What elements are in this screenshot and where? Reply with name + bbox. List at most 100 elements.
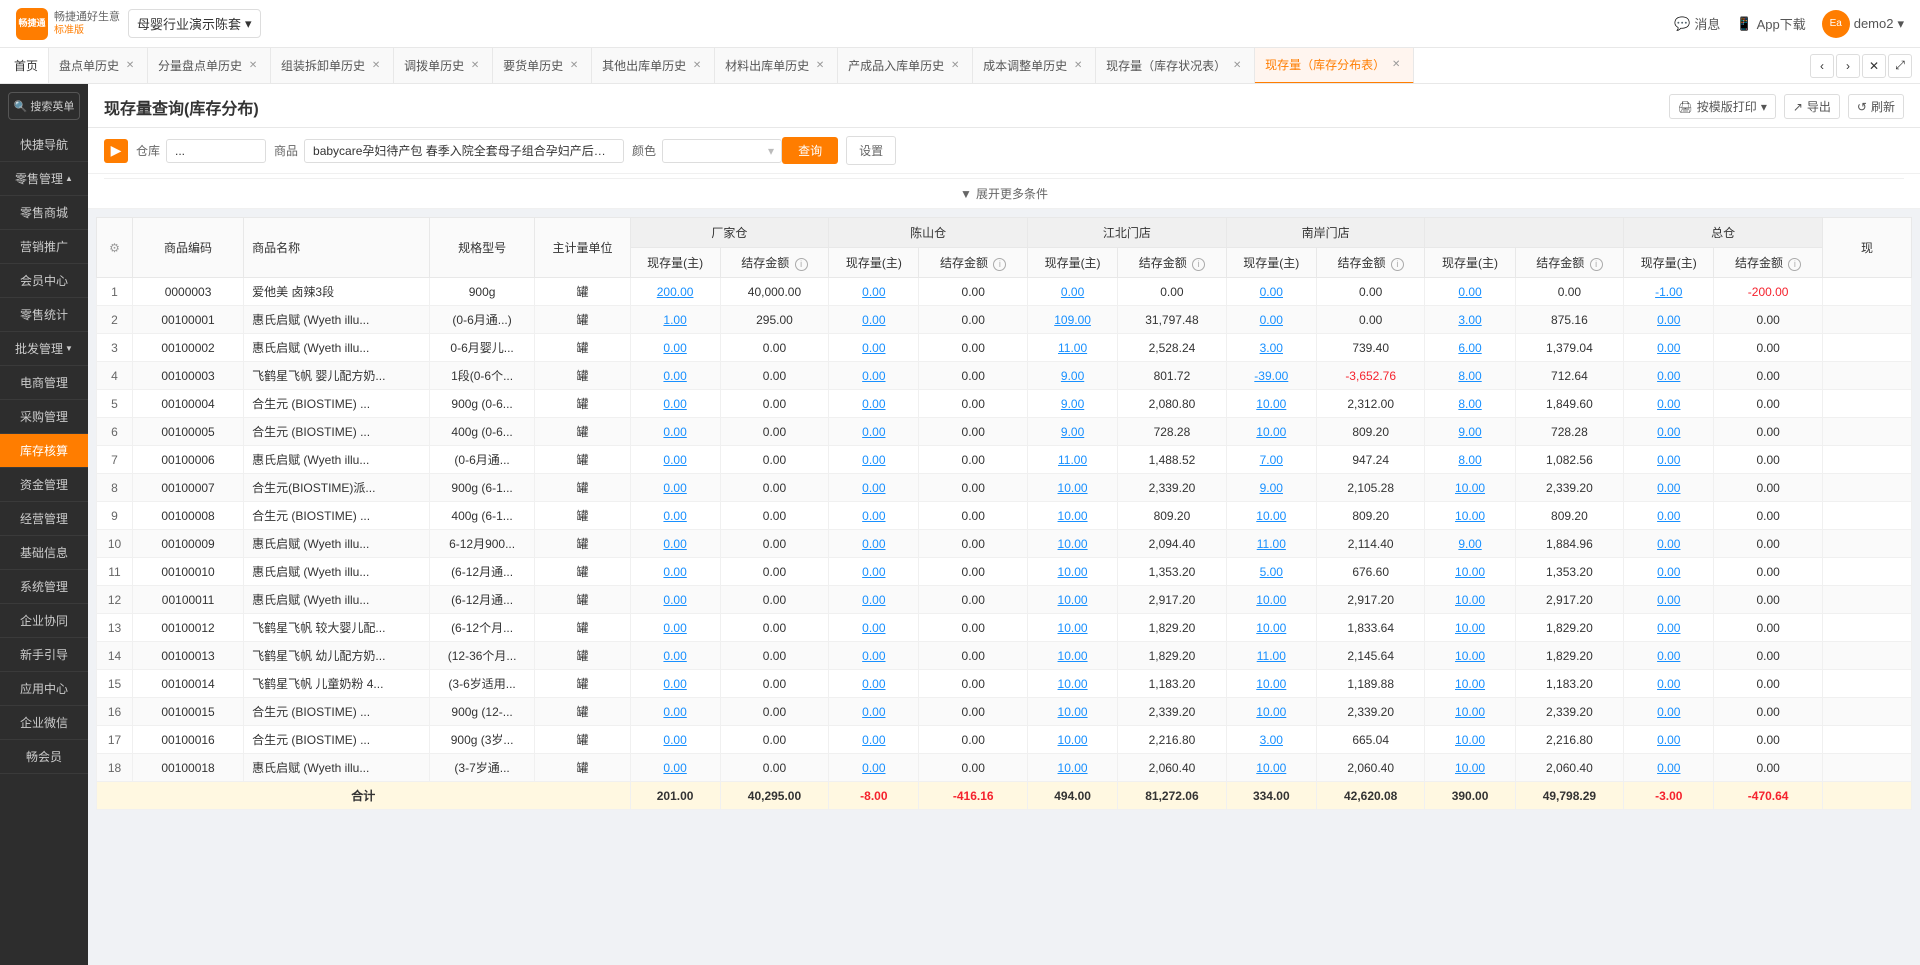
table-cell[interactable]: -1.00: [1624, 278, 1714, 306]
tab-transfer[interactable]: 调拨单历史 ✕: [394, 48, 493, 84]
table-cell[interactable]: 0.00: [1624, 446, 1714, 474]
tab-expand-btn[interactable]: ⤢: [1888, 54, 1912, 78]
industry-selector[interactable]: 母婴行业演示陈套 ▾: [128, 9, 261, 38]
table-cell[interactable]: 0.00: [1624, 530, 1714, 558]
table-cell[interactable]: 10.00: [1028, 642, 1118, 670]
table-cell[interactable]: 0.00: [630, 390, 720, 418]
table-cell[interactable]: 0.00: [1028, 278, 1118, 306]
table-cell[interactable]: 10.00: [1425, 670, 1515, 698]
table-cell[interactable]: 0.00: [829, 278, 919, 306]
tab-close-icon[interactable]: ✕: [123, 59, 137, 73]
sidebar-item-member[interactable]: 会员中心: [0, 264, 88, 298]
tab-next-btn[interactable]: ›: [1836, 54, 1860, 78]
sidebar-item-base-info[interactable]: 基础信息: [0, 536, 88, 570]
table-cell[interactable]: 0.00: [829, 670, 919, 698]
tab-close-icon[interactable]: ✕: [468, 59, 482, 73]
tab-prev-btn[interactable]: ‹: [1810, 54, 1834, 78]
table-cell[interactable]: 10.00: [1028, 474, 1118, 502]
tab-close-icon[interactable]: ✕: [1071, 59, 1085, 73]
table-cell[interactable]: 10.00: [1226, 670, 1316, 698]
sidebar-item-retail-mgmt[interactable]: 零售管理 ▲: [0, 162, 88, 196]
table-cell[interactable]: 0.00: [829, 586, 919, 614]
settings-icon[interactable]: ⚙: [109, 241, 120, 255]
table-cell[interactable]: 8.00: [1425, 362, 1515, 390]
table-cell[interactable]: 10.00: [1425, 558, 1515, 586]
sidebar-item-retail-shop[interactable]: 零售商城: [0, 196, 88, 230]
table-cell[interactable]: 10.00: [1425, 614, 1515, 642]
table-cell[interactable]: 10.00: [1028, 614, 1118, 642]
sidebar-item-new-guide[interactable]: 新手引导: [0, 638, 88, 672]
table-cell[interactable]: 0.00: [630, 642, 720, 670]
tab-stock-dist[interactable]: 现存量（库存分布表） ✕: [1255, 48, 1414, 84]
table-cell[interactable]: 0.00: [829, 530, 919, 558]
sidebar-item-enterprise-collab[interactable]: 企业协同: [0, 604, 88, 638]
tab-assemble[interactable]: 组装拆卸单历史 ✕: [271, 48, 394, 84]
sidebar-item-quick-nav[interactable]: 快捷导航: [0, 128, 88, 162]
table-cell[interactable]: 0.00: [630, 334, 720, 362]
refresh-btn[interactable]: ↺ 刷新: [1848, 94, 1904, 119]
table-cell[interactable]: 0.00: [1624, 614, 1714, 642]
table-cell[interactable]: 10.00: [1226, 586, 1316, 614]
table-cell[interactable]: 10.00: [1226, 698, 1316, 726]
table-cell[interactable]: 0.00: [829, 390, 919, 418]
table-cell[interactable]: 8.00: [1425, 390, 1515, 418]
tab-other-outbound[interactable]: 其他出库单历史 ✕: [592, 48, 715, 84]
table-cell[interactable]: 0.00: [1624, 558, 1714, 586]
sidebar-item-enterprise-wechat[interactable]: 企业微信: [0, 706, 88, 740]
table-cell[interactable]: 0.00: [829, 642, 919, 670]
goods-input[interactable]: [304, 139, 624, 163]
table-cell[interactable]: 3.00: [1226, 334, 1316, 362]
message-btn[interactable]: 💬 消息: [1674, 14, 1720, 33]
tab-close-icon[interactable]: ✕: [1230, 59, 1244, 73]
table-cell[interactable]: 9.00: [1028, 390, 1118, 418]
tab-stock-status[interactable]: 现存量（库存状况表） ✕: [1096, 48, 1255, 84]
table-cell[interactable]: 10.00: [1028, 698, 1118, 726]
table-cell[interactable]: 10.00: [1425, 642, 1515, 670]
table-cell[interactable]: 10.00: [1028, 726, 1118, 754]
table-cell[interactable]: 0.00: [1226, 306, 1316, 334]
table-cell[interactable]: 0.00: [1425, 278, 1515, 306]
table-cell[interactable]: 0.00: [1624, 502, 1714, 530]
table-cell[interactable]: 10.00: [1028, 670, 1118, 698]
table-cell[interactable]: 11.00: [1028, 334, 1118, 362]
table-cell[interactable]: 0.00: [829, 726, 919, 754]
tab-close-icon[interactable]: ✕: [246, 59, 260, 73]
table-cell[interactable]: 10.00: [1425, 586, 1515, 614]
table-cell[interactable]: 0.00: [630, 502, 720, 530]
tab-home[interactable]: 首页: [4, 48, 49, 84]
table-cell[interactable]: 7.00: [1226, 446, 1316, 474]
table-cell[interactable]: 9.00: [1425, 530, 1515, 558]
table-cell[interactable]: 0.00: [1624, 698, 1714, 726]
table-cell[interactable]: 10.00: [1226, 390, 1316, 418]
filter-setting-btn[interactable]: 设置: [846, 136, 896, 165]
table-cell[interactable]: 10.00: [1028, 754, 1118, 782]
table-cell[interactable]: 0.00: [630, 754, 720, 782]
table-cell[interactable]: 0.00: [630, 362, 720, 390]
table-cell[interactable]: 10.00: [1425, 698, 1515, 726]
info-icon[interactable]: i: [795, 258, 808, 271]
table-cell[interactable]: 0.00: [829, 306, 919, 334]
table-cell[interactable]: 0.00: [829, 502, 919, 530]
user-menu[interactable]: Ea demo2 ▾: [1822, 10, 1904, 38]
table-cell[interactable]: 9.00: [1028, 418, 1118, 446]
tab-close-icon[interactable]: ✕: [813, 59, 827, 73]
table-cell[interactable]: 0.00: [630, 726, 720, 754]
warehouse-input[interactable]: [166, 139, 266, 163]
table-cell[interactable]: 0.00: [630, 670, 720, 698]
table-cell[interactable]: 0.00: [829, 698, 919, 726]
table-cell[interactable]: 10.00: [1425, 754, 1515, 782]
table-cell[interactable]: 200.00: [630, 278, 720, 306]
batch-print-btn[interactable]: 🖨 按模版打印 ▾: [1669, 94, 1776, 119]
table-cell[interactable]: 10.00: [1028, 558, 1118, 586]
info-icon[interactable]: i: [1590, 258, 1603, 271]
expand-more-btn[interactable]: ▼ 展开更多条件: [104, 178, 1904, 202]
sidebar-item-marketing[interactable]: 营销推广: [0, 230, 88, 264]
table-cell[interactable]: 0.00: [829, 446, 919, 474]
sidebar-item-purchase[interactable]: 采购管理: [0, 400, 88, 434]
table-cell[interactable]: 10.00: [1028, 586, 1118, 614]
info-icon[interactable]: i: [1192, 258, 1205, 271]
sidebar-item-operations[interactable]: 经营管理: [0, 502, 88, 536]
table-cell[interactable]: 0.00: [630, 558, 720, 586]
table-cell[interactable]: 11.00: [1226, 530, 1316, 558]
table-cell[interactable]: 0.00: [1624, 670, 1714, 698]
